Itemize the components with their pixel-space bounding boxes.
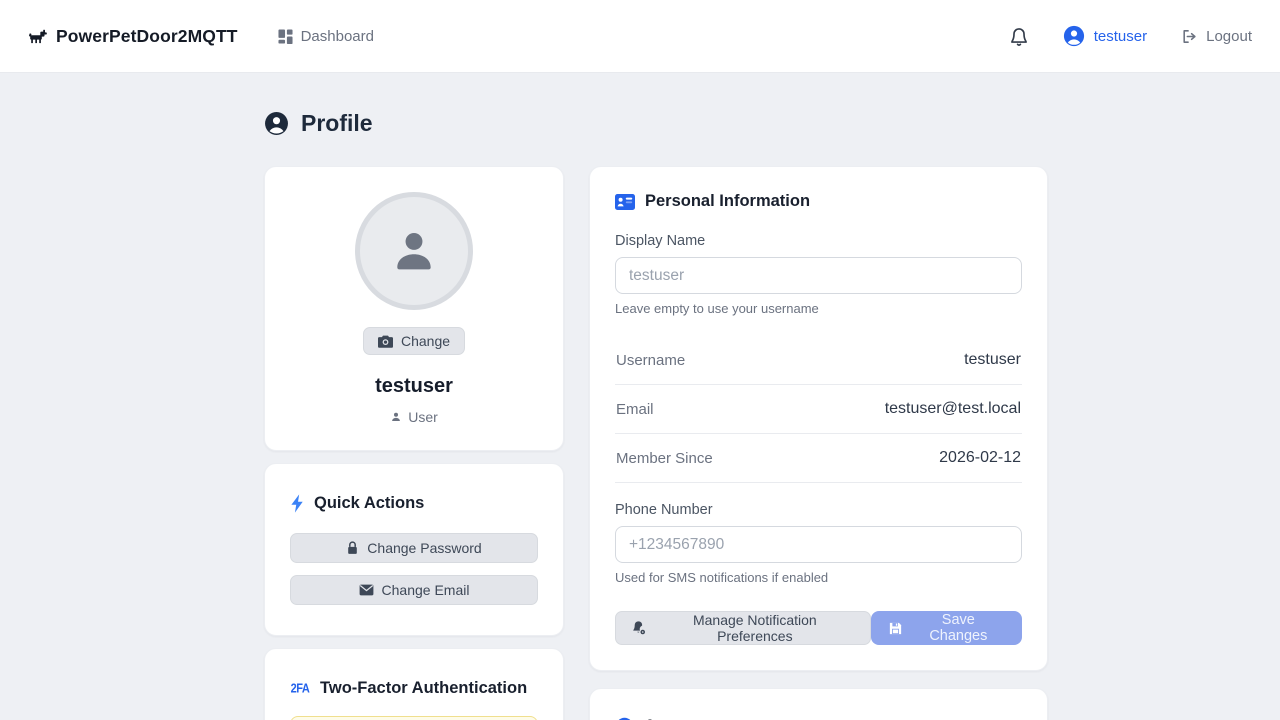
nav-username-label: testuser bbox=[1093, 27, 1148, 45]
two-factor-title: Two-Factor Authentication bbox=[320, 679, 528, 697]
brand-home-link[interactable]: PowerPetDoor2MQTT bbox=[28, 26, 238, 47]
avatar bbox=[355, 192, 473, 310]
table-row: Username testuser bbox=[615, 336, 1022, 385]
phone-number-input[interactable] bbox=[615, 526, 1022, 563]
display-name-input[interactable] bbox=[615, 257, 1022, 294]
display-name-label: Display Name bbox=[615, 233, 706, 249]
dog-icon bbox=[28, 28, 47, 45]
quick-actions-title: Quick Actions bbox=[314, 494, 425, 512]
row-label: Username bbox=[616, 351, 686, 369]
nav-user-profile-link[interactable]: testuser bbox=[1063, 25, 1147, 47]
appearance-card: Appearance bbox=[589, 688, 1048, 720]
bell-gear-icon bbox=[631, 620, 647, 636]
display-name-group: Display Name Leave empty to use your use… bbox=[615, 233, 1022, 316]
main-content: Profile Change testuser User Quick Actio… bbox=[264, 73, 1048, 720]
two-factor-card: 2FA Two-Factor Authentication bbox=[264, 648, 564, 720]
nav-logout-label: Logout bbox=[1206, 27, 1252, 45]
personal-info-heading: Personal Information bbox=[615, 192, 1022, 211]
phone-number-hint: Used for SMS notifications if enabled bbox=[615, 570, 829, 585]
brand-title: PowerPetDoor2MQTT bbox=[56, 25, 238, 46]
row-label: Email bbox=[616, 400, 654, 418]
left-column: Change testuser User Quick Actions Chang… bbox=[264, 166, 564, 720]
profile-role-badge: User bbox=[290, 409, 538, 425]
avatar-person-icon bbox=[388, 225, 440, 277]
profile-user-circle-icon bbox=[264, 111, 289, 136]
save-changes-button[interactable]: Save Changes bbox=[870, 611, 1022, 645]
avatar-card: Change testuser User bbox=[264, 166, 564, 451]
dashboard-grid-icon bbox=[278, 28, 293, 44]
display-name-hint: Leave empty to use your username bbox=[615, 301, 819, 316]
manage-notifications-label: Manage Notification Preferences bbox=[692, 612, 817, 644]
personal-info-title: Personal Information bbox=[645, 192, 811, 210]
row-value: testuser bbox=[964, 351, 1021, 368]
personal-info-actions: Manage Notification Preferences Save Cha… bbox=[615, 611, 1022, 645]
nav-dashboard-link[interactable]: Dashboard bbox=[278, 28, 374, 45]
quick-actions-card: Quick Actions Change Password Change Ema… bbox=[264, 463, 564, 636]
notifications-bell-icon[interactable] bbox=[1009, 25, 1029, 47]
nav-dashboard-label: Dashboard bbox=[300, 27, 374, 45]
save-floppy-icon bbox=[888, 621, 903, 636]
nav-logout-link[interactable]: Logout bbox=[1181, 28, 1252, 45]
profile-display-name: testuser bbox=[375, 375, 453, 397]
2fa-icon: 2FA bbox=[290, 681, 310, 696]
change-avatar-label: Change bbox=[400, 333, 451, 349]
two-factor-warning-alert bbox=[290, 716, 538, 720]
two-factor-heading: 2FA Two-Factor Authentication bbox=[290, 679, 538, 698]
change-password-button[interactable]: Change Password bbox=[290, 533, 538, 563]
phone-number-label: Phone Number bbox=[615, 502, 713, 518]
personal-info-card: Personal Information Display Name Leave … bbox=[589, 166, 1048, 671]
page-title: Profile bbox=[264, 110, 1048, 137]
change-email-label: Change Email bbox=[381, 582, 470, 598]
id-card-icon bbox=[615, 193, 635, 210]
save-changes-label: Save Changes bbox=[929, 612, 988, 644]
row-value: 2026-02-12 bbox=[939, 449, 1021, 466]
table-row: Member Since 2026-02-12 bbox=[615, 434, 1022, 483]
camera-icon bbox=[377, 335, 393, 348]
change-email-button[interactable]: Change Email bbox=[290, 575, 538, 605]
manage-notifications-button[interactable]: Manage Notification Preferences bbox=[615, 611, 871, 645]
page-title-label: Profile bbox=[301, 110, 373, 136]
phone-number-group: Phone Number Used for SMS notifications … bbox=[615, 502, 1022, 585]
role-person-icon bbox=[390, 411, 402, 423]
logout-icon bbox=[1181, 28, 1198, 45]
right-column: Personal Information Display Name Leave … bbox=[589, 166, 1048, 720]
row-value: testuser@test.local bbox=[884, 400, 1021, 417]
lightning-bolt-icon bbox=[290, 494, 304, 513]
navbar-right-group: testuser Logout bbox=[1009, 25, 1252, 47]
change-password-label: Change Password bbox=[367, 540, 482, 556]
row-label: Member Since bbox=[616, 449, 713, 467]
lock-icon bbox=[346, 541, 359, 555]
profile-role-label: User bbox=[408, 409, 438, 425]
envelope-icon bbox=[359, 584, 374, 596]
table-row: Email testuser@test.local bbox=[615, 385, 1022, 434]
change-avatar-button[interactable]: Change bbox=[362, 327, 466, 355]
account-info-rows: Username testuser Email testuser@test.lo… bbox=[615, 336, 1022, 483]
quick-actions-heading: Quick Actions bbox=[290, 494, 538, 513]
top-navbar: PowerPetDoor2MQTT Dashboard testuser Log… bbox=[0, 0, 1280, 73]
user-circle-icon bbox=[1063, 25, 1085, 47]
